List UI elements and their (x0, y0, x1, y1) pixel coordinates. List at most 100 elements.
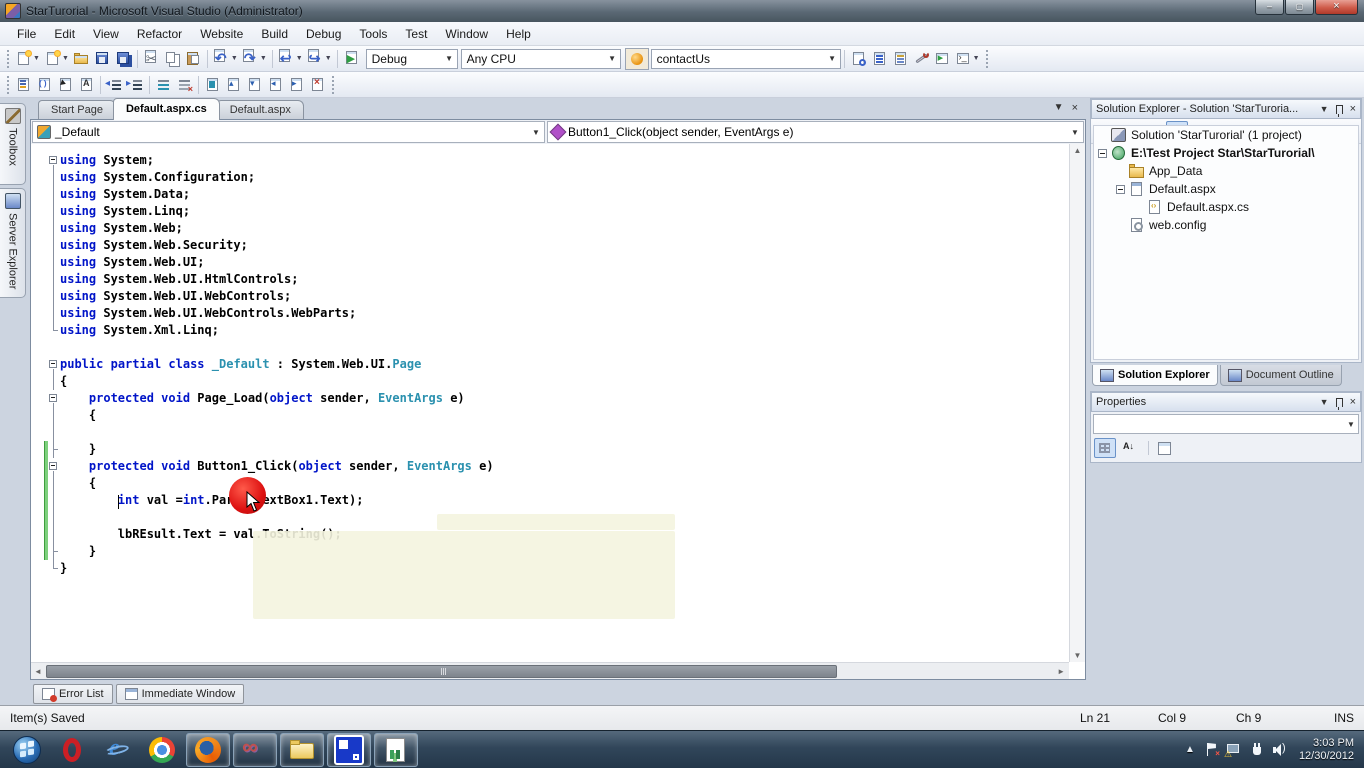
code-line[interactable]: using System.Configuration; (31, 169, 1069, 186)
taskbar-firefox[interactable] (186, 733, 230, 767)
uncomment-lines-button[interactable] (174, 75, 195, 94)
paste-button[interactable] (183, 49, 204, 68)
code-line[interactable]: protected void Button1_Click(object send… (31, 458, 1069, 475)
taskbar-chrome[interactable] (141, 734, 183, 766)
tab-immediate-window[interactable]: Immediate Window (116, 684, 245, 704)
title-bar[interactable]: StarTurorial - Microsoft Visual Studio (… (0, 0, 1364, 22)
auto-hide-pin-icon[interactable] (1336, 105, 1343, 114)
tree-expander-icon[interactable] (1116, 185, 1125, 194)
toolbar-overflow-grip[interactable] (985, 50, 989, 68)
copy-button[interactable] (162, 49, 183, 68)
start-debug-button[interactable] (341, 49, 362, 68)
maximize-button[interactable] (1285, 0, 1314, 15)
code-line[interactable]: } (31, 441, 1069, 458)
window-position-icon[interactable]: ▼ (1320, 104, 1329, 114)
save-all-button[interactable] (113, 49, 134, 68)
redo-button[interactable]: ▼ (240, 49, 269, 68)
categorized-icon[interactable] (1094, 438, 1116, 458)
menu-refactor[interactable]: Refactor (128, 24, 191, 44)
scroll-down-icon[interactable]: ▼ (1070, 651, 1085, 660)
members-dropdown[interactable]: Button1_Click(object sender, EventArgs e… (547, 121, 1084, 143)
chevron-down-icon[interactable]: ▼ (33, 55, 40, 62)
chevron-down-icon[interactable]: ▼ (1344, 420, 1358, 429)
scroll-up-icon[interactable]: ▲ (1070, 146, 1085, 155)
tab-error-list[interactable]: Error List (33, 684, 113, 704)
toolbar-grip[interactable] (6, 76, 10, 94)
close-document-icon[interactable]: × (1072, 102, 1078, 114)
word-completion-button[interactable] (76, 75, 97, 94)
menu-tools[interactable]: Tools (350, 24, 396, 44)
taskbar-opera[interactable] (51, 734, 93, 766)
navigate-forward-button[interactable]: ▼ (305, 49, 334, 68)
tree-item[interactable]: E:\Test Project Star\StarTurorial\ (1094, 144, 1358, 162)
menu-test[interactable]: Test (396, 24, 436, 44)
taskbar-start-orb[interactable] (6, 734, 48, 766)
menu-debug[interactable]: Debug (297, 24, 350, 44)
tree-expander-icon[interactable] (1098, 149, 1107, 158)
fold-marker[interactable] (48, 356, 60, 373)
fold-marker[interactable] (48, 390, 60, 407)
chevron-down-icon[interactable]: ▼ (260, 55, 267, 62)
taskbar-windows-explorer[interactable] (280, 733, 324, 767)
scroll-right-icon[interactable]: ► (1057, 667, 1065, 676)
bookmark-previous-folder-button[interactable] (265, 75, 286, 94)
code-line[interactable]: protected void Page_Load(object sender, … (31, 390, 1069, 407)
menu-website[interactable]: Website (191, 24, 252, 44)
decrease-indent-button[interactable] (104, 75, 125, 94)
code-line[interactable]: using System.Web.UI; (31, 254, 1069, 271)
platform-combo[interactable]: Any CPU ▼ (461, 49, 621, 69)
action-center-icon[interactable]: × (1206, 743, 1216, 756)
menu-help[interactable]: Help (497, 24, 540, 44)
show-hidden-icons-icon[interactable]: ▲ (1185, 744, 1195, 755)
cut-button[interactable] (141, 49, 162, 68)
property-pages-icon[interactable] (1153, 438, 1175, 458)
undo-button[interactable]: ▼ (211, 49, 240, 68)
chevron-down-icon[interactable]: ▼ (62, 55, 69, 62)
find-combo[interactable]: contactUs ▼ (651, 49, 841, 69)
chevron-down-icon[interactable]: ▼ (325, 55, 332, 62)
code-line[interactable]: using System.Data; (31, 186, 1069, 203)
close-panel-icon[interactable]: × (1350, 396, 1356, 408)
panel-tab-document-outline[interactable]: Document Outline (1220, 365, 1342, 386)
code-line[interactable]: { (31, 407, 1069, 424)
member-list-button[interactable] (13, 75, 34, 94)
code-line[interactable]: { (31, 373, 1069, 390)
vertical-scrollbar[interactable]: ▲ ▼ (1069, 144, 1085, 662)
code-line[interactable]: { (31, 475, 1069, 492)
debug-configuration-combo[interactable]: Debug ▼ (366, 49, 458, 69)
chevron-down-icon[interactable]: ▼ (296, 55, 303, 62)
scroll-left-icon[interactable]: ◄ (34, 667, 42, 676)
horizontal-scrollbar[interactable]: ◄ ► (31, 662, 1069, 679)
chevron-down-icon[interactable]: ▼ (1067, 128, 1083, 137)
tree-item[interactable]: web.config (1094, 216, 1358, 234)
bookmark-next-folder-button[interactable] (286, 75, 307, 94)
close-button[interactable] (1315, 0, 1358, 15)
chevron-down-icon[interactable]: ▼ (973, 55, 980, 62)
parameter-info-button[interactable] (34, 75, 55, 94)
taskbar-display-switcher[interactable] (327, 733, 371, 767)
code-line[interactable]: using System.Web; (31, 220, 1069, 237)
properties-header[interactable]: Properties ▼ × (1091, 392, 1361, 412)
chevron-down-icon[interactable]: ▼ (605, 50, 620, 68)
tree-item[interactable]: Solution 'StarTurorial' (1 project) (1094, 126, 1358, 144)
tree-item[interactable]: Default.aspx (1094, 180, 1358, 198)
code-line[interactable] (31, 339, 1069, 356)
bookmark-toggle-button[interactable] (202, 75, 223, 94)
chevron-down-icon[interactable]: ▼ (528, 128, 544, 137)
sidebar-tab-toolbox[interactable]: Toolbox (0, 103, 26, 185)
new-project-button[interactable]: ▼ (13, 49, 42, 68)
quick-info-button[interactable] (55, 75, 76, 94)
types-dropdown[interactable]: _Default ▼ (32, 121, 545, 143)
clear-bookmarks-button[interactable] (307, 75, 328, 94)
power-icon[interactable] (1252, 743, 1262, 756)
toolbar-grip[interactable] (6, 50, 10, 68)
panel-tab-solution-explorer[interactable]: Solution Explorer (1092, 365, 1218, 386)
view-in-browser-button[interactable] (932, 49, 953, 68)
bookmark-next-button[interactable] (244, 75, 265, 94)
tab-default-aspx[interactable]: Default.aspx (217, 100, 304, 120)
active-files-dropdown-icon[interactable]: ▼ (1054, 102, 1064, 114)
bookmark-previous-button[interactable] (223, 75, 244, 94)
code-line[interactable]: using System.Web.Security; (31, 237, 1069, 254)
taskbar-clock[interactable]: 3:03 PM 12/30/2012 (1299, 737, 1354, 763)
network-icon[interactable]: ⚠ (1227, 744, 1241, 756)
